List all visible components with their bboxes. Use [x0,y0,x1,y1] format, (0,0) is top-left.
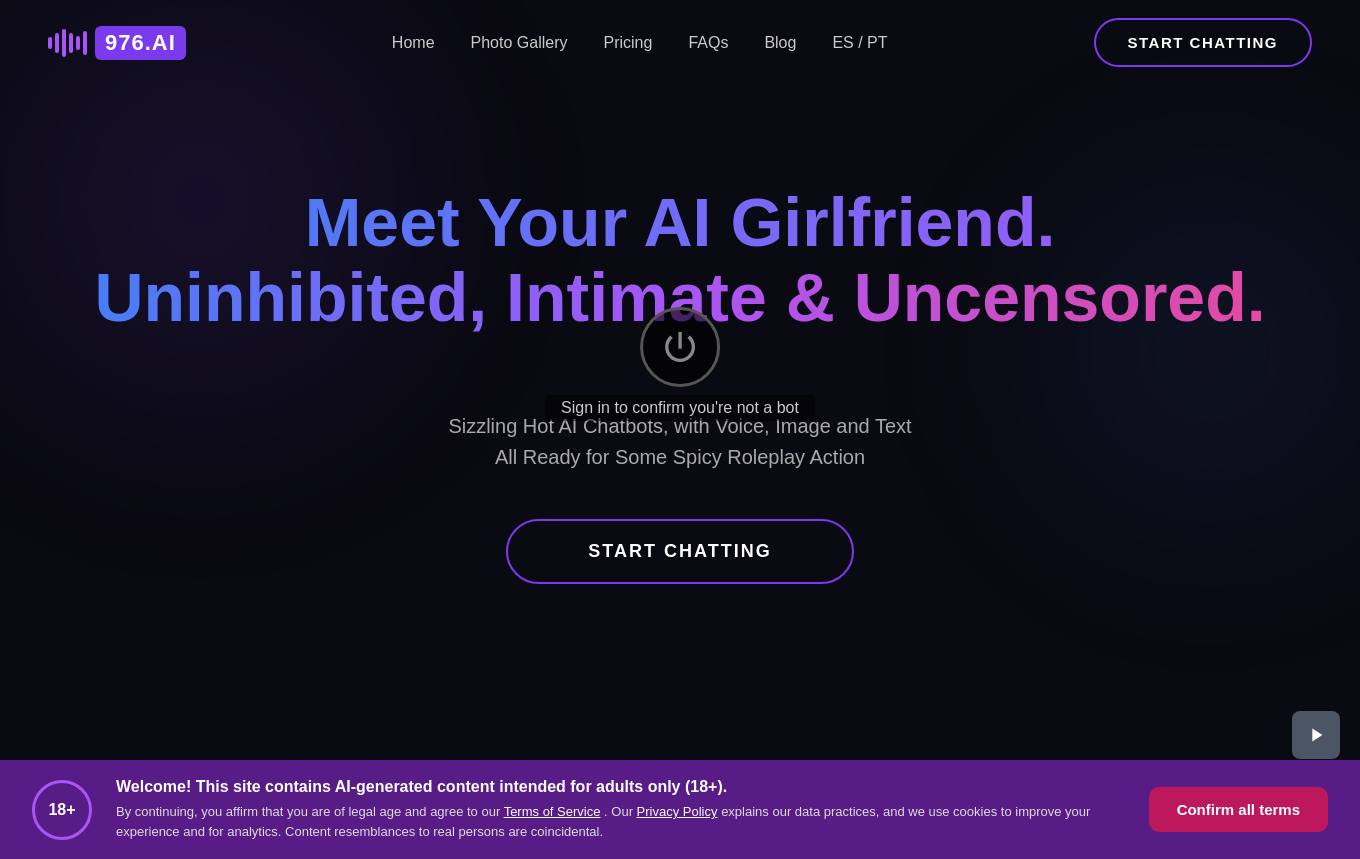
cookie-separator: . Our [604,804,633,819]
play-icon [1305,724,1327,746]
nav-links: Home Photo Gallery Pricing FAQs Blog ES … [392,34,888,52]
bar2 [55,33,59,53]
captcha-text: Sign in to confirm you're not a bot [545,395,815,421]
privacy-policy-link[interactable]: Privacy Policy [637,804,718,819]
hero-start-chatting-button[interactable]: START CHATTING [506,519,853,584]
nav-item-blog[interactable]: Blog [764,34,796,51]
bar6 [83,31,87,55]
bar5 [76,36,80,50]
cookie-body-text1: By continuing, you affirm that you are o… [116,804,500,819]
cookie-banner: 18+ Welcome! This site contains AI-gener… [0,760,1360,859]
cookie-body: By continuing, you affirm that you are o… [116,802,1125,841]
captcha-icon[interactable] [640,307,720,387]
logo[interactable]: 976.AI [48,26,186,60]
hero-section: Meet Your AI Girlfriend. Uninhibited, In… [0,85,1360,644]
captcha-overlay[interactable]: Sign in to confirm you're not a bot [545,307,815,421]
power-icon [660,327,700,367]
navbar: 976.AI Home Photo Gallery Pricing FAQs B… [0,0,1360,85]
nav-item-es-pt[interactable]: ES / PT [832,34,887,51]
logo-text: 976.AI [95,26,186,60]
cookie-text-wrap: Welcome! This site contains AI-generated… [116,778,1125,841]
nav-item-photo-gallery[interactable]: Photo Gallery [471,34,568,51]
scroll-button[interactable] [1292,711,1340,759]
cookie-title: Welcome! This site contains AI-generated… [116,778,1125,796]
terms-of-service-link[interactable]: Terms of Service [504,804,601,819]
hero-cta-wrap: START CHATTING [20,519,1340,584]
nav-start-chatting-button[interactable]: START CHATTING [1094,18,1312,67]
hero-title-line1: Meet Your AI Girlfriend. [20,185,1340,260]
bar4 [69,33,73,53]
age-badge: 18+ [32,780,92,840]
bar1 [48,37,52,49]
nav-item-faqs[interactable]: FAQs [688,34,728,51]
hero-subtitle2: All Ready for Some Spicy Roleplay Action [20,446,1340,469]
bar3 [62,29,66,57]
confirm-terms-button[interactable]: Confirm all terms [1149,787,1328,832]
nav-item-pricing[interactable]: Pricing [603,34,652,51]
nav-item-home[interactable]: Home [392,34,435,51]
logo-bars [48,29,87,57]
